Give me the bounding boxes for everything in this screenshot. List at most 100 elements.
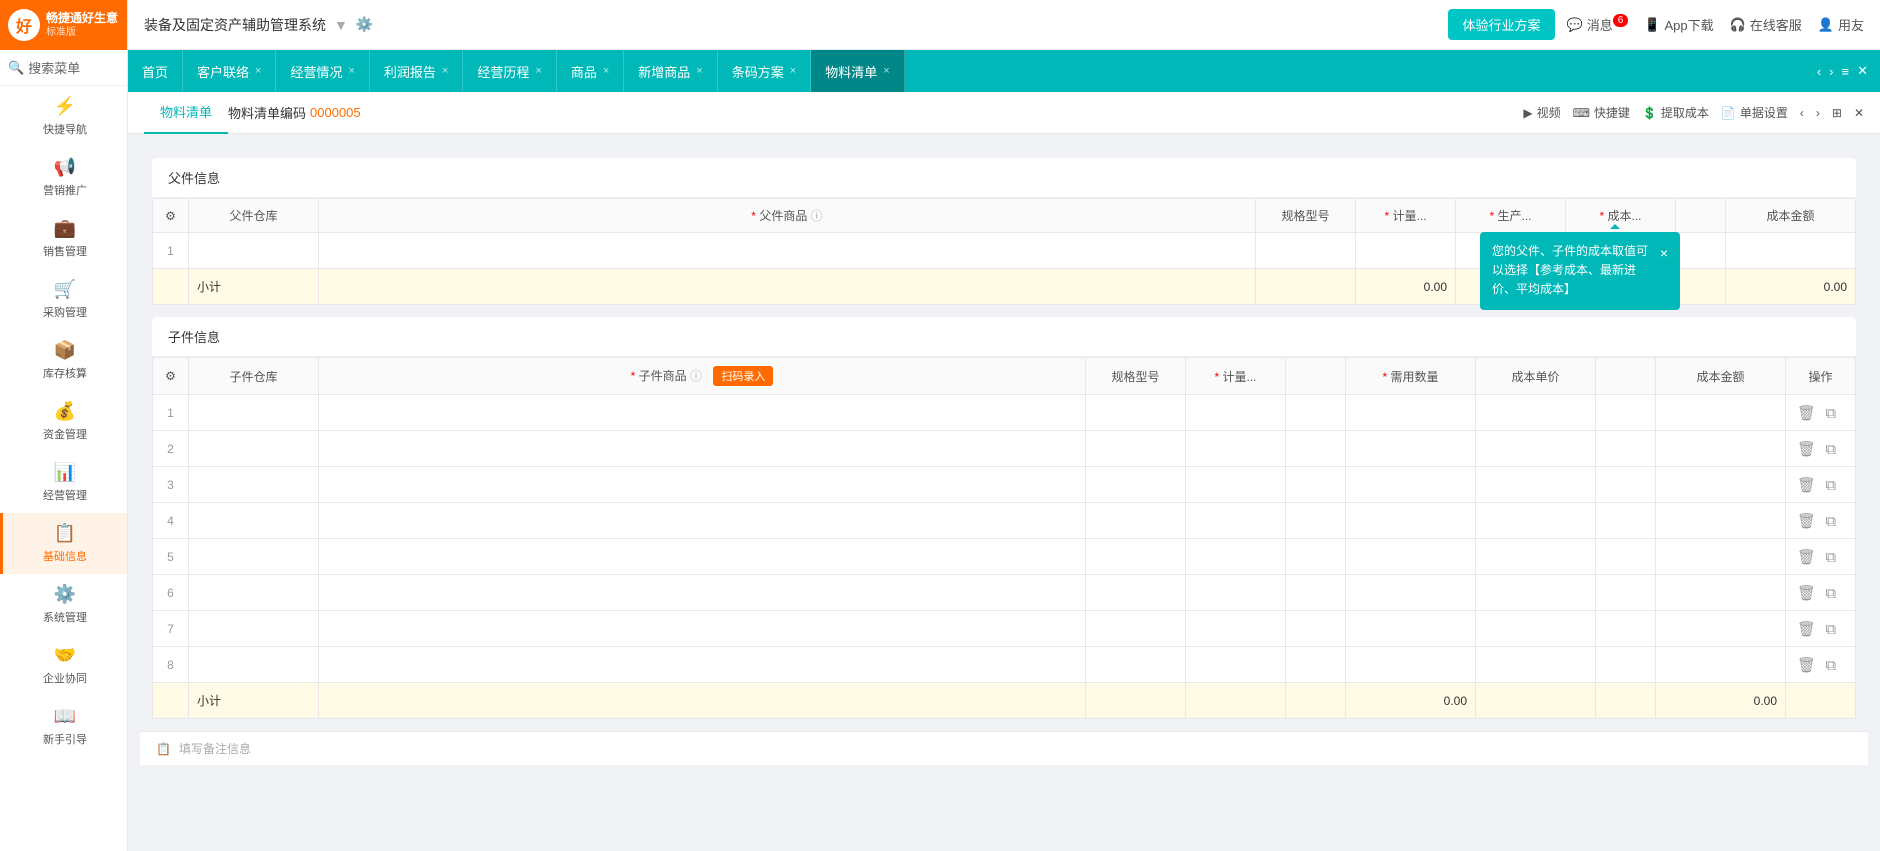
parent-row-1-spec[interactable] bbox=[1256, 233, 1356, 269]
message-action[interactable]: 💬 消息 6 bbox=[1567, 15, 1629, 34]
sidebar-item-basic-info[interactable]: 📋 基础信息 bbox=[0, 513, 127, 574]
copy-row-4-btn[interactable]: ⧉ bbox=[1825, 513, 1836, 530]
parent-row-1-amount bbox=[1726, 233, 1856, 269]
delete-row-3-btn[interactable]: 🗑 bbox=[1797, 477, 1816, 494]
nav-tabs-end: ‹ › ≡ ✕ bbox=[1813, 63, 1880, 79]
tooltip-text: 您的父件、子件的成本取值可以选择【参考成本、最新进价、平均成本】 bbox=[1492, 244, 1648, 296]
tab-profit-close[interactable]: × bbox=[442, 65, 448, 77]
trial-btn[interactable]: 体验行业方案 bbox=[1448, 9, 1554, 40]
sidebar-item-sales[interactable]: 💼 销售管理 bbox=[0, 208, 127, 269]
page-header: 物料清单 物料清单编码 0000005 ▶ 视频 ⌨ 快捷键 💲 提取成本 bbox=[128, 92, 1880, 134]
child-product-info-icon: ⓘ bbox=[690, 369, 702, 383]
tab-barcode[interactable]: 条码方案 × bbox=[718, 50, 811, 92]
copy-row-7-btn[interactable]: ⧉ bbox=[1825, 621, 1836, 638]
parent-subtotal-empty bbox=[153, 269, 189, 305]
shortcut-action[interactable]: ⌨ 快捷键 bbox=[1573, 104, 1630, 121]
sidebar-item-inventory[interactable]: 📦 库存核算 bbox=[0, 330, 127, 391]
settings-icon[interactable]: ⚙️ bbox=[356, 16, 373, 33]
child-col-settings[interactable]: ⚙ bbox=[153, 358, 189, 395]
child-row-1-need[interactable] bbox=[1346, 395, 1476, 431]
system-name: 装备及固定资产辅助管理系统 bbox=[144, 15, 326, 35]
single-settings-action[interactable]: 📄 单据设置 bbox=[1721, 104, 1788, 121]
child-row-1-warehouse[interactable] bbox=[189, 395, 319, 431]
delete-row-7-btn[interactable]: 🗑 bbox=[1797, 621, 1816, 638]
copy-row-2-btn[interactable]: ⧉ bbox=[1825, 441, 1836, 458]
tab-new-product-close[interactable]: × bbox=[696, 65, 702, 77]
parent-col-amount: 成本金额 bbox=[1726, 199, 1856, 233]
page-code: 0000005 bbox=[310, 105, 361, 120]
tab-operation[interactable]: 经营情况 × bbox=[276, 50, 369, 92]
nav-menu-icon[interactable]: ≡ bbox=[1842, 64, 1850, 79]
child-row-1-cost-price[interactable] bbox=[1476, 395, 1596, 431]
basic-info-icon: 📋 bbox=[54, 523, 76, 544]
delete-row-2-btn[interactable]: 🗑 bbox=[1797, 441, 1816, 458]
quick-nav-icon: ⚡ bbox=[54, 96, 76, 117]
sidebar-item-quick-nav[interactable]: ⚡ 快捷导航 bbox=[0, 86, 127, 147]
sidebar-item-purchase[interactable]: 🛒 采购管理 bbox=[0, 269, 127, 330]
page-tab-bom[interactable]: 物料清单 bbox=[144, 92, 228, 134]
tab-customer-close[interactable]: × bbox=[255, 65, 261, 77]
main-area: 装备及固定资产辅助管理系统 ▼ ⚙️ 体验行业方案 💬 消息 6 📱 App下载… bbox=[128, 0, 1880, 851]
search-menu[interactable]: 🔍 搜索菜单 bbox=[0, 50, 127, 86]
nav-prev-icon[interactable]: ‹ bbox=[1817, 64, 1821, 79]
video-action[interactable]: ▶ 视频 bbox=[1523, 104, 1560, 121]
tab-new-product-label: 新增商品 bbox=[638, 62, 690, 81]
tab-profit[interactable]: 利润报告 × bbox=[370, 50, 463, 92]
nav-right-icon[interactable]: › bbox=[1816, 106, 1820, 120]
tab-products[interactable]: 商品 × bbox=[557, 50, 624, 92]
delete-row-8-btn[interactable]: 🗑 bbox=[1797, 657, 1816, 674]
sidebar-item-operations[interactable]: 📊 经营管理 bbox=[0, 452, 127, 513]
extract-cost-action[interactable]: 💲 提取成本 bbox=[1642, 104, 1709, 121]
copy-row-5-btn[interactable]: ⧉ bbox=[1825, 549, 1836, 566]
tab-history[interactable]: 经营历程 × bbox=[463, 50, 556, 92]
copy-row-1-btn[interactable]: ⧉ bbox=[1825, 405, 1836, 422]
sidebar-item-guide[interactable]: 📖 新手引导 bbox=[0, 696, 127, 757]
topbar: 装备及固定资产辅助管理系统 ▼ ⚙️ 体验行业方案 💬 消息 6 📱 App下载… bbox=[128, 0, 1880, 50]
tooltip-close[interactable]: × bbox=[1660, 242, 1668, 264]
grid-icon[interactable]: ⊞ bbox=[1832, 106, 1842, 120]
copy-row-6-btn[interactable]: ⧉ bbox=[1825, 585, 1836, 602]
tab-new-product[interactable]: 新增商品 × bbox=[624, 50, 717, 92]
delete-row-6-btn[interactable]: 🗑 bbox=[1797, 585, 1816, 602]
parent-col-settings[interactable]: ⚙ bbox=[153, 199, 189, 233]
tab-products-close[interactable]: × bbox=[603, 65, 609, 77]
sidebar-item-marketing[interactable]: 📢 营销推广 bbox=[0, 147, 127, 208]
sidebar-item-system[interactable]: ⚙️ 系统管理 bbox=[0, 574, 127, 635]
tab-history-close[interactable]: × bbox=[535, 65, 541, 77]
user-action[interactable]: 👤 用友 bbox=[1818, 15, 1864, 34]
copy-row-3-btn[interactable]: ⧉ bbox=[1825, 477, 1836, 494]
parent-row-1-unit[interactable] bbox=[1356, 233, 1456, 269]
child-col-extra2 bbox=[1596, 358, 1656, 395]
child-row-1-unit[interactable] bbox=[1186, 395, 1286, 431]
nav-close-all-icon[interactable]: ✕ bbox=[1857, 63, 1868, 79]
tab-barcode-close[interactable]: × bbox=[790, 65, 796, 77]
child-row-7: 7 🗑 ⧉ bbox=[153, 611, 1856, 647]
logo-text: 畅捷通好生意 标准版 bbox=[46, 11, 118, 40]
tab-customer[interactable]: 客户联络 × bbox=[183, 50, 276, 92]
parent-subtotal-amount: 0.00 bbox=[1726, 269, 1856, 305]
parent-row-1-product[interactable] bbox=[319, 233, 1256, 269]
video-icon: ▶ bbox=[1523, 106, 1532, 120]
online-service-action[interactable]: 🎧 在线客服 bbox=[1730, 15, 1802, 34]
copy-row-8-btn[interactable]: ⧉ bbox=[1825, 657, 1836, 674]
tab-home[interactable]: 首页 bbox=[128, 50, 183, 92]
delete-row-4-btn[interactable]: 🗑 bbox=[1797, 513, 1816, 530]
child-row-2: 2 🗑 ⧉ bbox=[153, 431, 1856, 467]
scan-button[interactable]: 扫码录入 bbox=[713, 366, 773, 386]
delete-row-5-btn[interactable]: 🗑 bbox=[1797, 549, 1816, 566]
child-row-1-spec[interactable] bbox=[1086, 395, 1186, 431]
sidebar-item-cooperation[interactable]: 🤝 企业协同 bbox=[0, 635, 127, 696]
sidebar-item-finance[interactable]: 💰 资金管理 bbox=[0, 391, 127, 452]
delete-row-1-btn[interactable]: 🗑 bbox=[1797, 405, 1816, 422]
nav-left-icon[interactable]: ‹ bbox=[1800, 106, 1804, 120]
nav-next-icon[interactable]: › bbox=[1829, 64, 1833, 79]
tab-barcode-label: 条码方案 bbox=[732, 62, 784, 81]
footer-text[interactable]: 填写备注信息 bbox=[179, 740, 251, 757]
close-page-icon[interactable]: ✕ bbox=[1854, 106, 1864, 120]
tab-bom[interactable]: 物料清单 × bbox=[811, 50, 904, 92]
tab-operation-close[interactable]: × bbox=[348, 65, 354, 77]
parent-row-1-warehouse[interactable] bbox=[189, 233, 319, 269]
tab-bom-close[interactable]: × bbox=[883, 65, 889, 77]
app-download-action[interactable]: 📱 App下载 bbox=[1644, 15, 1713, 34]
child-row-1-product[interactable] bbox=[319, 395, 1086, 431]
